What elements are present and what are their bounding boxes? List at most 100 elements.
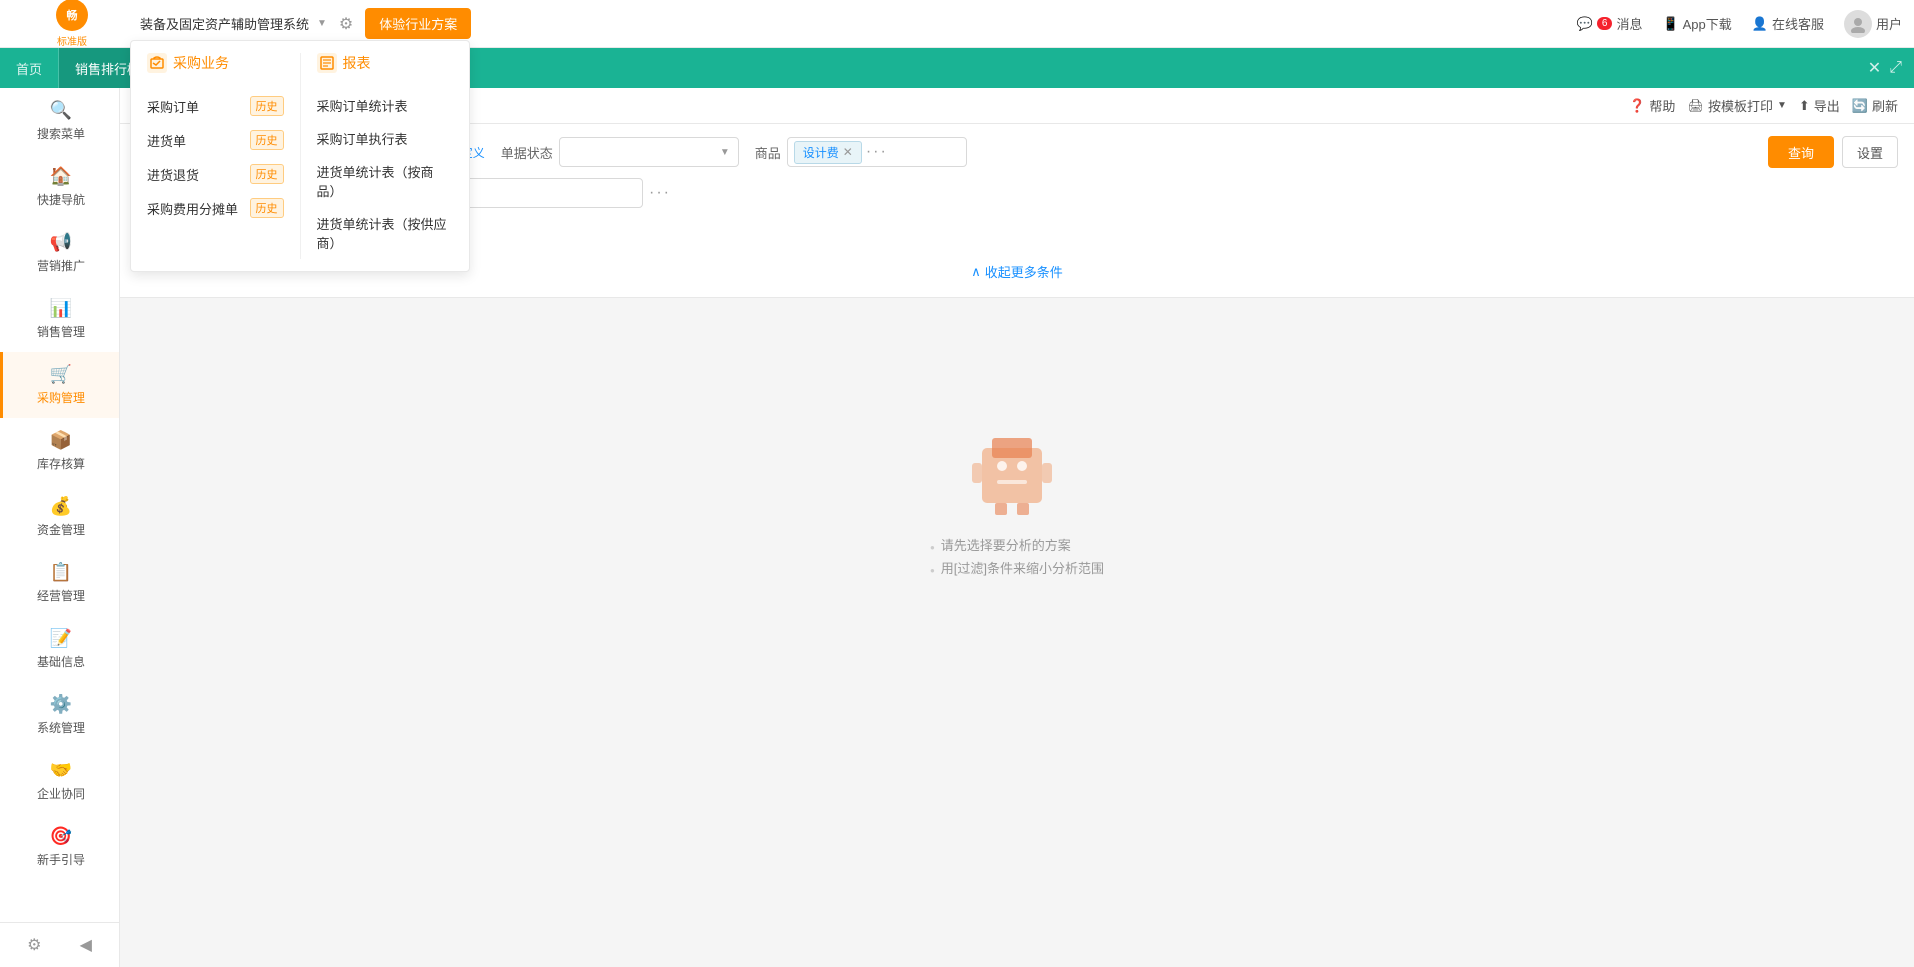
sidebar-item-enterprise[interactable]: 🤝 企业协同 xyxy=(0,748,119,814)
header-right: 💬 6 消息 📱 App下载 👤 在线客服 用户 xyxy=(1577,10,1902,38)
sidebar-item-basic-info[interactable]: 📝 基础信息 xyxy=(0,616,119,682)
sidebar: 🔍 搜索菜单 🏠 快捷导航 📢 营销推广 📊 销售管理 🛒 采购管理 📦 库存核… xyxy=(0,88,120,967)
refresh-label: 刷新 xyxy=(1872,96,1898,115)
system-title-area: 装备及固定资产辅助管理系统 ▼ ⚙ xyxy=(140,14,353,34)
search-icon: 🔍 xyxy=(50,100,72,121)
goods-tag: 设计费 ✕ xyxy=(794,141,862,164)
dropdown-item-order-exec[interactable]: 采购订单执行表 xyxy=(317,122,454,155)
dropdown-item-purchase-order[interactable]: 采购订单 历史 xyxy=(147,89,284,123)
dropdown-report-col: 报表 采购订单统计表 采购订单执行表 进货单统计表（按商品） 进货单统计表（按供… xyxy=(300,53,470,259)
receipt-stats-supplier-label: 进货单统计表（按供应商） xyxy=(317,214,454,252)
dropdown-item-receipt-stats-goods[interactable]: 进货单统计表（按商品） xyxy=(317,155,454,207)
print-btn[interactable]: 🖨 按模板打印 ▼ xyxy=(1687,96,1786,115)
doc-status-select[interactable]: ▼ xyxy=(559,137,739,167)
sidebar-item-operations-label: 经营管理 xyxy=(37,587,85,604)
filter-settings-btn[interactable]: 设置 xyxy=(1842,136,1898,168)
sidebar-item-finance-label: 资金管理 xyxy=(37,521,85,538)
empty-state: 请先选择要分析的方案 用[过滤]条件来缩小分析范围 xyxy=(120,298,1914,698)
tab-bar-actions: ✕ ⤢ xyxy=(1868,58,1914,78)
sidebar-settings-icon[interactable]: ⚙ xyxy=(27,935,41,955)
message-badge: 6 xyxy=(1597,17,1613,30)
operations-icon: 📋 xyxy=(50,562,72,583)
user-btn[interactable]: 用户 xyxy=(1844,10,1902,38)
sidebar-item-guide[interactable]: 🎯 新手引导 xyxy=(0,814,119,880)
empty-tip-1: 请先选择要分析的方案 xyxy=(930,533,1104,556)
sidebar-item-inventory[interactable]: 📦 库存核算 xyxy=(0,418,119,484)
message-btn[interactable]: 💬 6 消息 xyxy=(1577,14,1643,33)
online-service-btn[interactable]: 👤 在线客服 xyxy=(1752,14,1824,33)
logo-area: 畅 标准版 xyxy=(12,0,132,48)
sidebar-item-operations[interactable]: 📋 经营管理 xyxy=(0,550,119,616)
purchase-receipt-label: 进货单 xyxy=(147,131,186,150)
salesman-dots[interactable]: ··· xyxy=(649,184,671,202)
purchase-order-history-tag: 历史 xyxy=(250,96,284,116)
print-arrow[interactable]: ▼ xyxy=(1777,100,1787,111)
dropdown-columns: 采购业务 采购订单 历史 进货单 历史 进货退货 历史 采购费用分摊单 历史 xyxy=(131,53,469,259)
sidebar-item-finance[interactable]: 💰 资金管理 xyxy=(0,484,119,550)
doc-status-label: 单据状态 xyxy=(501,143,553,162)
goods-tag-close[interactable]: ✕ xyxy=(843,145,853,159)
receipt-stats-goods-label: 进货单统计表（按商品） xyxy=(317,162,454,200)
empty-tip-2: 用[过滤]条件来缩小分析范围 xyxy=(930,556,1104,579)
refresh-btn[interactable]: 🔄 刷新 xyxy=(1852,96,1898,115)
dropdown-item-order-stats[interactable]: 采购订单统计表 xyxy=(317,89,454,122)
industry-btn[interactable]: 体验行业方案 xyxy=(365,8,471,39)
sidebar-item-system[interactable]: ⚙️ 系统管理 xyxy=(0,682,119,748)
sidebar-item-system-label: 系统管理 xyxy=(37,719,85,736)
refresh-icon: 🔄 xyxy=(1852,98,1868,114)
enterprise-icon: 🤝 xyxy=(50,760,72,781)
message-icon: 💬 xyxy=(1577,16,1593,32)
action-buttons: 查询 设置 xyxy=(1768,136,1898,168)
purchase-header-icon xyxy=(147,53,167,73)
title-dropdown-arrow[interactable]: ▼ xyxy=(317,18,327,29)
order-exec-label: 采购订单执行表 xyxy=(317,129,408,148)
sidebar-bottom: ⚙ ◀ xyxy=(0,922,119,967)
message-label: 消息 xyxy=(1616,14,1642,33)
user-avatar xyxy=(1844,10,1872,38)
query-btn[interactable]: 查询 xyxy=(1768,136,1834,168)
export-btn[interactable]: ⬆ 导出 xyxy=(1799,96,1840,115)
system-title: 装备及固定资产辅助管理系统 xyxy=(140,14,309,33)
sidebar-item-guide-label: 新手引导 xyxy=(37,851,85,868)
print-icon: 🖨 xyxy=(1687,98,1704,114)
sidebar-item-marketing-label: 营销推广 xyxy=(37,257,85,274)
filter-goods-item: 商品 设计费 ✕ ··· xyxy=(755,137,967,167)
system-icon: ⚙️ xyxy=(50,694,72,715)
sidebar-collapse-icon[interactable]: ◀ xyxy=(80,935,92,955)
purchase-order-label: 采购订单 xyxy=(147,97,199,116)
help-label: 帮助 xyxy=(1649,96,1675,115)
basic-info-icon: 📝 xyxy=(50,628,72,649)
order-stats-label: 采购订单统计表 xyxy=(317,96,408,115)
main-layout: 🔍 搜索菜单 🏠 快捷导航 📢 营销推广 📊 销售管理 🛒 采购管理 📦 库存核… xyxy=(0,88,1914,967)
tab-close-all-icon[interactable]: ✕ xyxy=(1868,58,1881,78)
svg-text:畅: 畅 xyxy=(67,8,78,22)
sidebar-item-purchase[interactable]: 🛒 采购管理 xyxy=(0,352,119,418)
salesman-select[interactable] xyxy=(463,178,643,208)
sidebar-item-search[interactable]: 🔍 搜索菜单 xyxy=(0,88,119,154)
purchase-section-title: 采购业务 xyxy=(173,53,229,73)
sales-icon: 📊 xyxy=(50,298,72,319)
sidebar-item-quick-nav[interactable]: 🏠 快捷导航 xyxy=(0,154,119,220)
settings-icon[interactable]: ⚙ xyxy=(339,14,353,34)
tab-expand-icon[interactable]: ⤢ xyxy=(1889,59,1902,77)
goods-tag-label: 设计费 xyxy=(803,144,839,161)
dropdown-item-receipt-stats-supplier[interactable]: 进货单统计表（按供应商） xyxy=(317,207,454,259)
logo-text: 标准版 xyxy=(57,33,87,48)
help-icon: ❓ xyxy=(1629,98,1645,114)
marketing-icon: 📢 xyxy=(50,232,72,253)
help-btn[interactable]: ❓ 帮助 xyxy=(1629,96,1675,115)
sidebar-item-enterprise-label: 企业协同 xyxy=(37,785,85,802)
goods-more-dots[interactable]: ··· xyxy=(866,143,888,161)
dropdown-item-purchase-receipt[interactable]: 进货单 历史 xyxy=(147,123,284,157)
sidebar-item-sales[interactable]: 📊 销售管理 xyxy=(0,286,119,352)
sidebar-item-marketing[interactable]: 📢 营销推广 xyxy=(0,220,119,286)
app-download-btn[interactable]: 📱 App下载 xyxy=(1662,14,1731,33)
collapse-label: 收起更多条件 xyxy=(985,262,1063,281)
dropdown-item-purchase-return[interactable]: 进货退货 历史 xyxy=(147,157,284,191)
sidebar-item-purchase-label: 采购管理 xyxy=(37,389,85,406)
tab-home[interactable]: 首页 xyxy=(0,48,59,88)
dropdown-item-purchase-expense[interactable]: 采购费用分摊单 历史 xyxy=(147,191,284,225)
user-label: 用户 xyxy=(1876,14,1902,33)
report-header-icon xyxy=(317,53,337,73)
sidebar-item-basic-info-label: 基础信息 xyxy=(37,653,85,670)
